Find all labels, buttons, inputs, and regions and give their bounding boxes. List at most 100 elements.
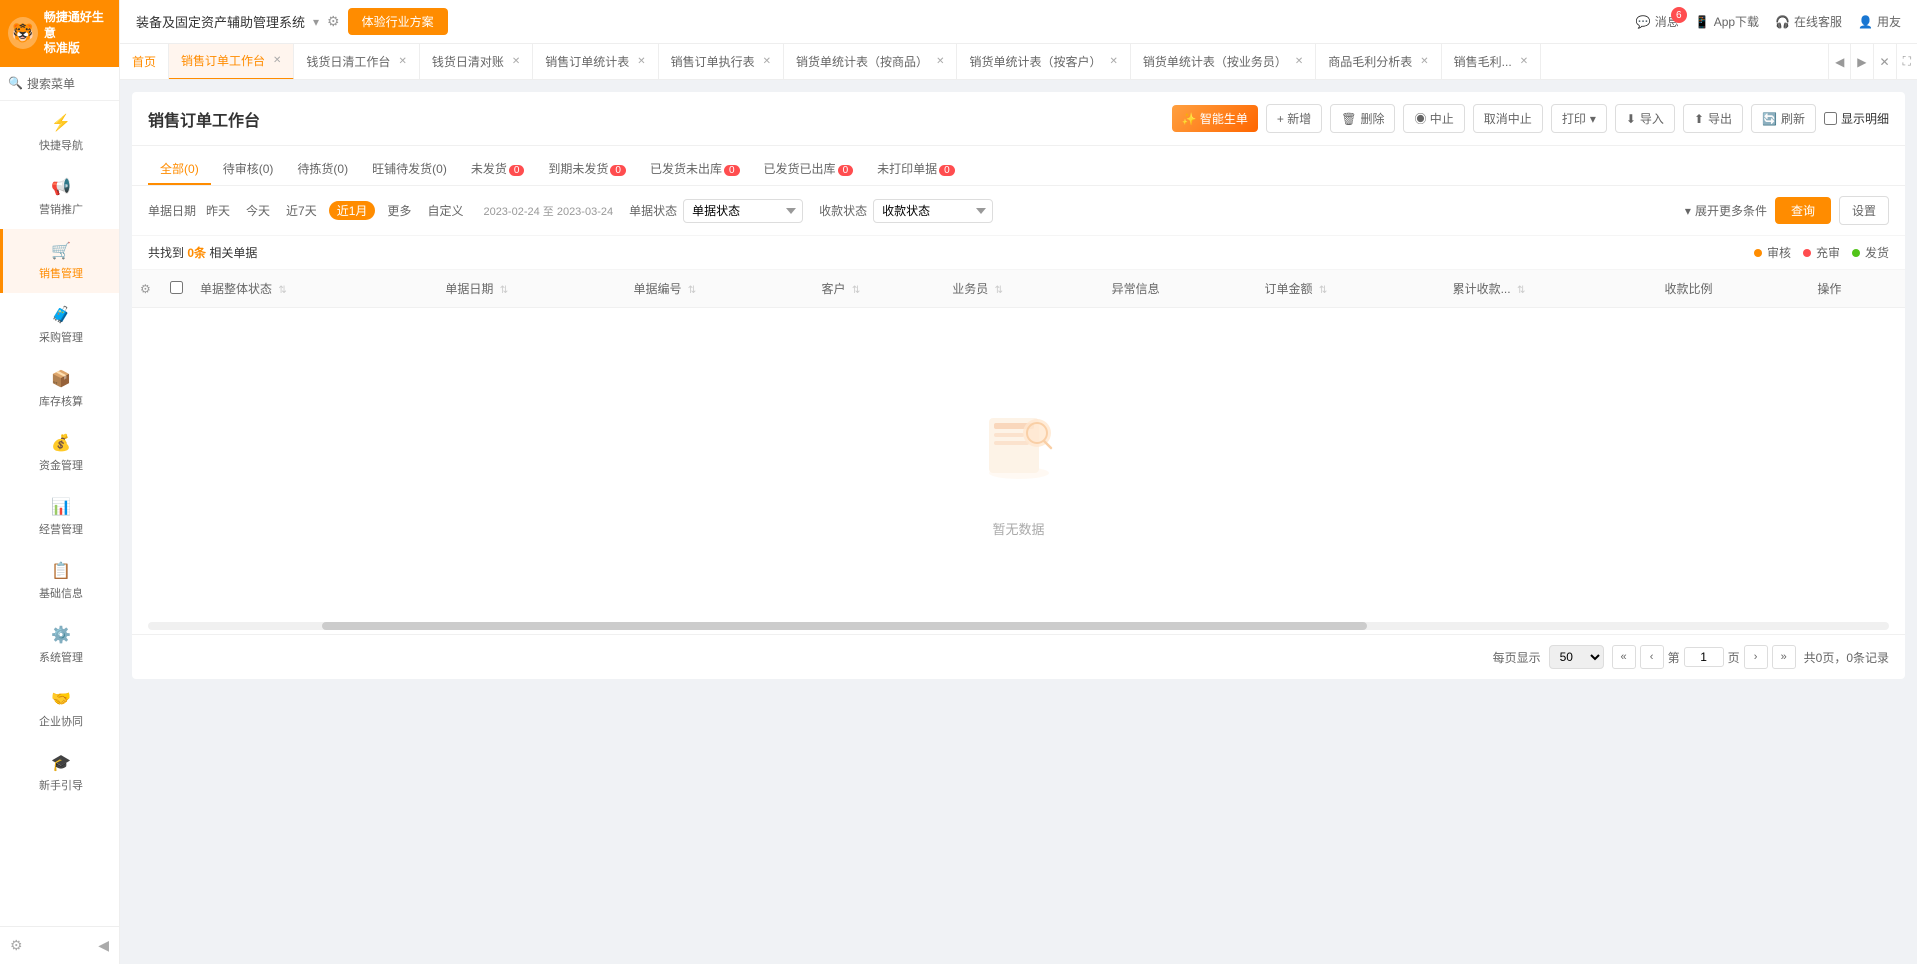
sidebar-item-operations[interactable]: 📊 经营管理 [0, 485, 119, 549]
tab-close-icon[interactable]: ✕ [637, 56, 645, 67]
table-wrapper: ⚙ 单据整体状态 ⇅ 单据日期 ⇅ [132, 270, 1905, 308]
print-btn[interactable]: 打印 ▾ [1551, 104, 1607, 133]
col-settings: ⚙ [132, 270, 162, 308]
refresh-btn[interactable]: 🔄 刷新 [1751, 104, 1816, 133]
tab-close-icon[interactable]: ✕ [398, 56, 406, 67]
page-size-select[interactable]: 10 20 50 100 [1549, 645, 1604, 669]
sidebar-item-inventory[interactable]: 📦 库存核算 [0, 357, 119, 421]
app-download-btn[interactable]: 📱 App下载 [1695, 13, 1759, 30]
column-settings-icon[interactable]: ⚙ [140, 282, 151, 296]
tab-close-icon[interactable]: ✕ [1295, 56, 1303, 67]
cancel-stop-btn[interactable]: 取消中止 [1473, 104, 1543, 133]
tab-sales-more[interactable]: 销售毛利... ✕ [1442, 44, 1541, 80]
user-btn[interactable]: 👤 用友 [1858, 13, 1901, 30]
sort-icon[interactable]: ⇅ [1319, 285, 1327, 296]
tab-cash-reconcile[interactable]: 钱货日清对账 ✕ [420, 44, 533, 80]
review-action[interactable]: 审核 [1754, 244, 1791, 261]
date-opt-yesterday[interactable]: 昨天 [202, 200, 234, 221]
show-detail-checkbox[interactable] [1824, 112, 1837, 125]
scrollbar-thumb[interactable] [322, 622, 1367, 630]
tab-close-icon[interactable]: ✕ [936, 56, 944, 67]
tab-home[interactable]: 首页 [120, 44, 169, 80]
online-service-btn[interactable]: 🎧 在线客服 [1775, 13, 1842, 30]
status-select[interactable]: 单据状态 [683, 199, 803, 223]
tab-close-icon[interactable]: ✕ [512, 56, 520, 67]
tab-close-icon[interactable]: ✕ [1420, 56, 1428, 67]
export-btn[interactable]: ⬆ 导出 [1683, 104, 1743, 133]
sort-icon[interactable]: ⇅ [995, 285, 1003, 296]
delete-btn[interactable]: 🗑 删除 [1330, 104, 1395, 133]
dropdown-arrow-icon[interactable]: ▾ [313, 15, 319, 29]
sub-tab-not-shipped[interactable]: 未发货0 [459, 154, 537, 185]
sub-tab-shipped-not-outbound[interactable]: 已发货未出库0 [638, 154, 752, 185]
tab-product-margin[interactable]: 商品毛利分析表 ✕ [1316, 44, 1441, 80]
col-date: 单据日期 ⇅ [437, 270, 625, 308]
header-settings-icon[interactable]: ⚙ [327, 13, 340, 30]
sidebar-item-guide[interactable]: 🎓 新手引导 [0, 741, 119, 805]
tab-sales-order[interactable]: 销售订单工作台 ✕ [169, 44, 294, 80]
tab-close-all-btn[interactable]: ✕ [1873, 44, 1896, 80]
sort-icon[interactable]: ⇅ [852, 285, 860, 296]
sidebar-item-purchase[interactable]: 🧳 采购管理 [0, 293, 119, 357]
select-all-checkbox[interactable] [170, 281, 183, 294]
page-prev-btn[interactable]: ‹ [1640, 645, 1664, 669]
query-btn[interactable]: 查询 [1775, 197, 1831, 224]
tab-cash-daily[interactable]: 钱货日清工作台 ✕ [294, 44, 419, 80]
show-detail-toggle[interactable]: 显示明细 [1824, 110, 1889, 127]
ai-generate-btn[interactable]: ✨ 智能生单 [1172, 105, 1258, 132]
tab-scroll-left-btn[interactable]: ◀ [1828, 44, 1850, 80]
sub-tab-wangpu[interactable]: 旺铺待发货(0) [360, 154, 459, 185]
tab-scroll-right-btn[interactable]: ▶ [1850, 44, 1872, 80]
tab-sales-stat-customer[interactable]: 销货单统计表（按客户） ✕ [957, 44, 1130, 80]
sidebar-item-sales[interactable]: 🛒 销售管理 [0, 229, 119, 293]
sidebar-item-corp[interactable]: 🤝 企业协同 [0, 677, 119, 741]
sort-icon[interactable]: ⇅ [278, 285, 286, 296]
date-opt-today[interactable]: 今天 [242, 200, 274, 221]
sidebar-item-basic[interactable]: 📋 基础信息 [0, 549, 119, 613]
tab-sales-stat[interactable]: 销售订单统计表 ✕ [533, 44, 658, 80]
tab-sales-stat-staff[interactable]: 销货单统计表（按业务员） ✕ [1131, 44, 1316, 80]
sort-icon[interactable]: ⇅ [688, 285, 696, 296]
date-opt-7days[interactable]: 近7天 [282, 200, 321, 221]
expand-more-btn[interactable]: ▾ 展开更多条件 [1685, 202, 1767, 219]
page-first-btn[interactable]: « [1612, 645, 1636, 669]
payment-select[interactable]: 收款状态 [873, 199, 993, 223]
sidebar-item-quick-nav[interactable]: ⚡ 快捷导航 [0, 101, 119, 165]
sub-tab-overdue[interactable]: 到期未发货0 [536, 154, 638, 185]
sub-tab-shipped-outbound[interactable]: 已发货已出库0 [752, 154, 866, 185]
sort-icon[interactable]: ⇅ [1517, 285, 1525, 296]
message-btn[interactable]: 💬 消息 6 [1636, 13, 1679, 30]
settings-icon[interactable]: ⚙ [10, 937, 23, 954]
date-opt-1month[interactable]: 近1月 [329, 201, 376, 220]
horizontal-scrollbar[interactable] [148, 622, 1889, 630]
sub-tab-all[interactable]: 全部(0) [148, 154, 211, 185]
sub-tab-pending-review[interactable]: 待审核(0) [211, 154, 286, 185]
tab-sales-exec[interactable]: 销售订单执行表 ✕ [659, 44, 784, 80]
page-number-input[interactable] [1684, 647, 1724, 667]
tab-close-icon[interactable]: ✕ [763, 56, 771, 67]
sidebar-item-system[interactable]: ⚙️ 系统管理 [0, 613, 119, 677]
page-last-btn[interactable]: » [1772, 645, 1796, 669]
industry-btn[interactable]: 体验行业方案 [348, 8, 448, 35]
import-btn[interactable]: ⬇ 导入 [1615, 104, 1675, 133]
sub-tab-not-printed[interactable]: 未打印单据0 [865, 154, 967, 185]
search-menu[interactable]: 🔍 搜索菜单 [0, 67, 119, 101]
tab-close-icon[interactable]: ✕ [1520, 56, 1528, 67]
sub-tab-pending-pickup[interactable]: 待拣货(0) [285, 154, 360, 185]
stop-btn[interactable]: ◉ 中止 [1403, 104, 1464, 133]
set-filter-btn[interactable]: 设置 [1839, 196, 1889, 225]
page-next-btn[interactable]: › [1744, 645, 1768, 669]
tab-close-icon[interactable]: ✕ [273, 55, 281, 66]
add-btn[interactable]: + 新增 [1266, 104, 1322, 133]
collapse-icon[interactable]: ◀ [98, 937, 109, 954]
ship-action[interactable]: 发货 [1852, 244, 1889, 261]
date-opt-custom[interactable]: 自定义 [423, 200, 467, 221]
sidebar-item-marketing[interactable]: 📢 营销推广 [0, 165, 119, 229]
tab-fullscreen-btn[interactable]: ⛶ [1896, 44, 1917, 80]
date-opt-more[interactable]: 更多 [383, 200, 415, 221]
sidebar-item-finance[interactable]: 💰 资金管理 [0, 421, 119, 485]
sort-icon[interactable]: ⇅ [500, 285, 508, 296]
tab-sales-stat-product[interactable]: 销货单统计表（按商品） ✕ [784, 44, 957, 80]
unreviewed-action[interactable]: 充审 [1803, 244, 1840, 261]
tab-close-icon[interactable]: ✕ [1109, 56, 1117, 67]
